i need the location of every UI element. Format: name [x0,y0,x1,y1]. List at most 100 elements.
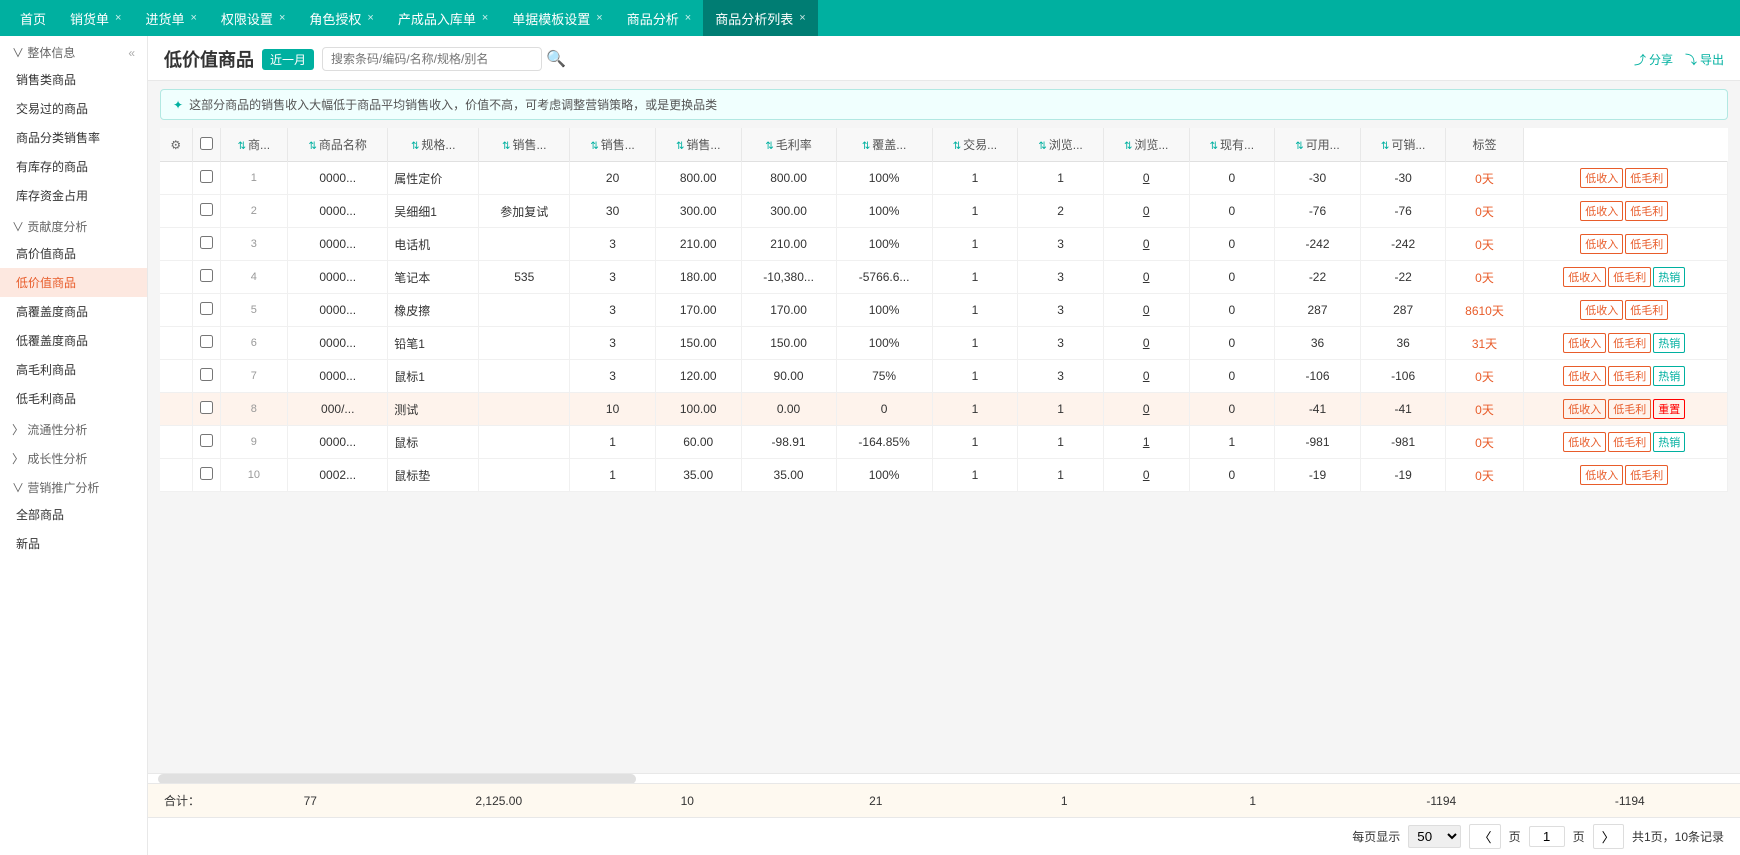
row-checkbox-cell[interactable] [192,426,220,459]
row-browse1[interactable]: 0 [1103,459,1189,492]
row-browse1[interactable]: 0 [1103,327,1189,360]
sidebar-item-high-margin[interactable]: 高毛利商品 [0,355,147,384]
sidebar-item-category-sales-rate[interactable]: 商品分类销售率 [0,123,147,152]
row-checkbox[interactable] [200,269,213,282]
row-browse1[interactable]: 1 [1103,426,1189,459]
nav-product-analysis[interactable]: 商品分析 × [615,0,703,36]
close-icon[interactable]: × [367,12,373,24]
th-name[interactable]: ⇅商品名称 [288,128,388,162]
th-settings[interactable]: ⚙ [160,128,192,162]
row-checkbox-cell[interactable] [192,360,220,393]
close-icon[interactable]: × [482,12,488,24]
th-gross-rate[interactable]: ⇅毛利率 [741,128,836,162]
nav-permissions[interactable]: 权限设置 × [209,0,297,36]
nav-home[interactable]: 首页 [8,0,58,36]
browse1-link[interactable]: 0 [1143,402,1150,416]
sidebar-item-inventory-fund[interactable]: 库存资金占用 [0,181,147,210]
close-icon[interactable]: × [685,12,691,24]
row-checkbox-cell[interactable] [192,261,220,294]
th-spec[interactable]: ⇅规格... [388,128,479,162]
browse1-link[interactable]: 0 [1143,270,1150,284]
row-checkbox-cell[interactable] [192,162,220,195]
browse1-link[interactable]: 1 [1143,435,1150,449]
sidebar-item-low-margin[interactable]: 低毛利商品 [0,384,147,413]
row-browse1[interactable]: 0 [1103,162,1189,195]
row-checkbox-cell[interactable] [192,228,220,261]
th-browse2[interactable]: ⇅浏览... [1103,128,1189,162]
close-icon[interactable]: × [190,12,196,24]
row-checkbox[interactable] [200,467,213,480]
nav-product-entry[interactable]: 产成品入库单 × [386,0,500,36]
browse1-link[interactable]: 0 [1143,204,1150,218]
sidebar-item-high-value[interactable]: 高价值商品 [0,239,147,268]
row-browse1[interactable]: 0 [1103,294,1189,327]
browse1-link[interactable]: 0 [1143,171,1150,185]
select-all-checkbox[interactable] [200,137,213,150]
th-sales-amt2[interactable]: ⇅销售... [655,128,741,162]
browse1-link[interactable]: 0 [1143,468,1150,482]
nav-template-settings[interactable]: 单据模板设置 × [500,0,614,36]
sidebar-item-traded-products[interactable]: 交易过的商品 [0,94,147,123]
row-checkbox-cell[interactable] [192,294,220,327]
th-sales-qty[interactable]: ⇅销售... [479,128,570,162]
row-checkbox[interactable] [200,434,213,447]
nav-product-analysis-list[interactable]: 商品分析列表 × [703,0,817,36]
browse1-link[interactable]: 0 [1143,369,1150,383]
th-checkbox[interactable] [192,128,220,162]
per-page-select[interactable]: 50 100 200 [1408,825,1461,848]
nav-roles[interactable]: 角色授权 × [297,0,385,36]
close-icon[interactable]: × [596,12,602,24]
nav-purchase-order[interactable]: 进货单 × [133,0,208,36]
share-button[interactable]: ⤴ 分享 [1634,51,1673,68]
sidebar-item-low-coverage[interactable]: 低覆盖度商品 [0,326,147,355]
sidebar-item-low-value[interactable]: 低价值商品 [0,268,147,297]
row-checkbox[interactable] [200,236,213,249]
sidebar-group-liquidity[interactable]: 〉 流通性分析 [0,413,147,442]
search-icon[interactable]: 🔍 [546,49,566,69]
row-checkbox[interactable] [200,335,213,348]
nav-sales-order[interactable]: 销货单 × [58,0,133,36]
row-checkbox[interactable] [200,302,213,315]
row-browse1[interactable]: 0 [1103,261,1189,294]
th-code[interactable]: ⇅商... [220,128,288,162]
row-checkbox[interactable] [200,203,213,216]
period-badge[interactable]: 近一月 [262,49,314,70]
next-page-button[interactable]: 〉 [1593,824,1624,849]
export-button[interactable]: ⤵ 导出 [1685,51,1724,68]
sidebar-item-high-coverage[interactable]: 高覆盖度商品 [0,297,147,326]
table-container[interactable]: ⚙ ⇅商... ⇅商品名称 ⇅规格... ⇅销售... ⇅销售... ⇅销售..… [160,128,1728,773]
row-browse1[interactable]: 0 [1103,228,1189,261]
th-available[interactable]: ⇅可用... [1275,128,1361,162]
sidebar-item-sales-products[interactable]: 销售类商品 [0,65,147,94]
row-browse1[interactable]: 0 [1103,393,1189,426]
sidebar-item-all-products[interactable]: 全部商品 [0,500,147,529]
th-saleable[interactable]: ⇅可销... [1360,128,1446,162]
prev-page-button[interactable]: 〈 [1469,824,1500,849]
th-sales-amt1[interactable]: ⇅销售... [570,128,656,162]
close-icon[interactable]: × [115,12,121,24]
th-coverage[interactable]: ⇅覆盖... [836,128,932,162]
sidebar-group-growth[interactable]: 〉 成长性分析 [0,442,147,471]
horizontal-scrollbar[interactable] [148,773,1740,783]
collapse-icon[interactable]: « [128,46,135,60]
close-icon[interactable]: × [799,12,805,24]
close-icon[interactable]: × [279,12,285,24]
th-browse1[interactable]: ⇅浏览... [1018,128,1104,162]
row-checkbox[interactable] [200,401,213,414]
sidebar-item-stocked-products[interactable]: 有库存的商品 [0,152,147,181]
search-input[interactable] [322,47,542,71]
row-checkbox[interactable] [200,170,213,183]
row-checkbox-cell[interactable] [192,327,220,360]
row-checkbox-cell[interactable] [192,459,220,492]
browse1-link[interactable]: 0 [1143,237,1150,251]
row-checkbox-cell[interactable] [192,195,220,228]
th-current[interactable]: ⇅现有... [1189,128,1275,162]
row-checkbox[interactable] [200,368,213,381]
th-transactions[interactable]: ⇅交易... [932,128,1018,162]
browse1-link[interactable]: 0 [1143,303,1150,317]
sidebar-item-new-products[interactable]: 新品 [0,529,147,558]
page-number-input[interactable] [1529,826,1565,847]
row-browse1[interactable]: 0 [1103,195,1189,228]
settings-icon[interactable]: ⚙ [170,138,181,152]
row-browse1[interactable]: 0 [1103,360,1189,393]
